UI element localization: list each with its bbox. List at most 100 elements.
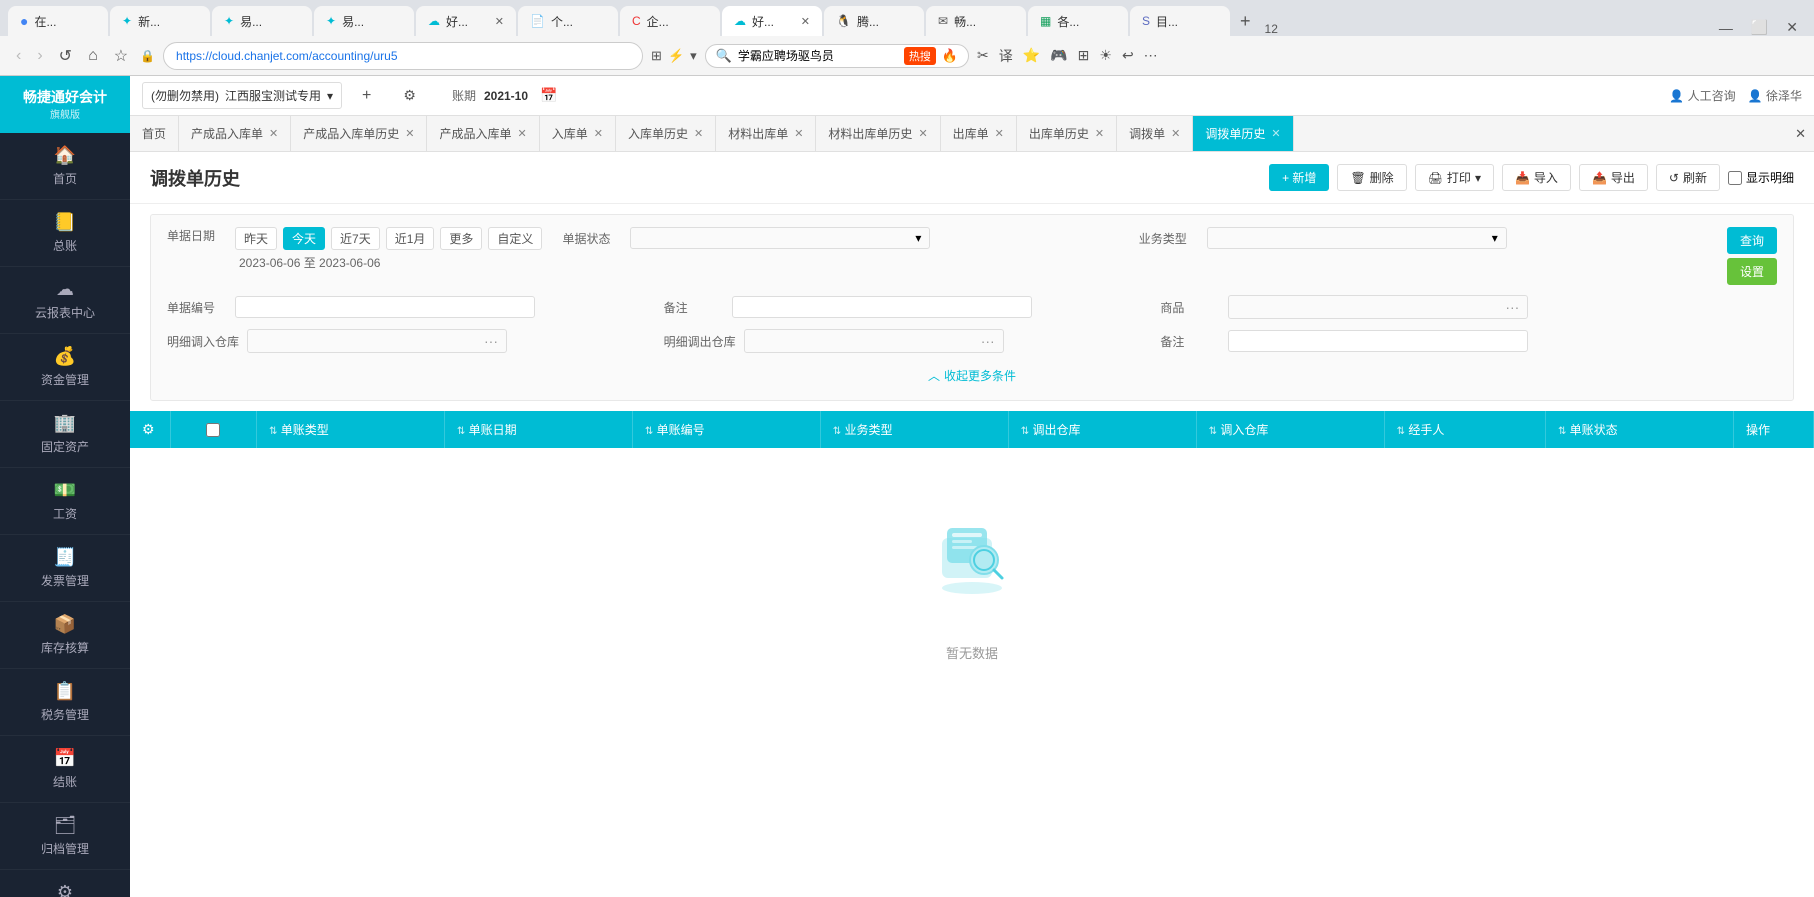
add-company-button[interactable]: + — [350, 83, 383, 109]
page-tab-transfer[interactable]: 调拨单 ✕ — [1117, 116, 1193, 152]
tab-close-8[interactable]: ✕ — [801, 15, 810, 28]
bookmark-button[interactable]: ☆ — [110, 42, 132, 70]
page-tab-close[interactable]: ✕ — [594, 127, 603, 140]
page-tab-stock-in-history[interactable]: 入库单历史 ✕ — [616, 116, 716, 152]
th-order-type[interactable]: ⇅ 单账类型 — [256, 411, 444, 448]
sidebar-item-salary[interactable]: 💵 工资 — [0, 468, 130, 535]
page-tab-close[interactable]: ✕ — [1171, 127, 1180, 140]
show-cols-checkbox[interactable] — [1728, 171, 1742, 185]
browser-tab-3[interactable]: ✦ 易... — [212, 6, 312, 36]
goods-select[interactable]: ··· — [1228, 295, 1528, 319]
business-type-select[interactable]: ▾ — [1207, 227, 1507, 249]
detail-in-select[interactable]: ··· — [247, 329, 507, 353]
minimize-button[interactable]: ― — [1711, 20, 1741, 36]
page-tab-close[interactable]: ✕ — [269, 127, 278, 140]
star-icon[interactable]: ⭐ — [1023, 47, 1040, 64]
translate-icon[interactable]: 译 — [999, 46, 1013, 66]
print-button[interactable]: 🖨 打印 ▾ — [1415, 164, 1494, 191]
new-tab-button[interactable]: + — [1232, 7, 1259, 36]
page-tab-out-history[interactable]: 出库单历史 ✕ — [1017, 116, 1117, 152]
address-input[interactable] — [163, 42, 643, 70]
calendar-icon[interactable]: 📅 — [540, 87, 557, 104]
sidebar-item-invoice[interactable]: 🧾 发票管理 — [0, 535, 130, 602]
th-out-warehouse[interactable]: ⇅ 调出仓库 — [1008, 411, 1196, 448]
browser-tab-11[interactable]: ▦ 各... — [1028, 6, 1128, 36]
sidebar-item-archive[interactable]: 🗂 归档管理 — [0, 803, 130, 870]
query-button[interactable]: 查询 — [1727, 227, 1777, 254]
th-handler[interactable]: ⇅ 经手人 — [1384, 411, 1545, 448]
forward-button[interactable]: › — [33, 43, 46, 69]
page-tab-stock-in[interactable]: 入库单 ✕ — [540, 116, 616, 152]
page-tab-close[interactable]: ✕ — [694, 127, 703, 140]
new-button[interactable]: + 新增 — [1269, 164, 1329, 191]
remark-input[interactable] — [732, 296, 1032, 318]
collapse-button[interactable]: ︿ 收起更多条件 — [167, 363, 1777, 388]
th-order-date[interactable]: ⇅ 单账日期 — [444, 411, 632, 448]
browser-tab-6[interactable]: 📄 个... — [518, 6, 618, 36]
goods-more-dots[interactable]: ··· — [1505, 299, 1519, 315]
date-btn-custom[interactable]: 自定义 — [488, 227, 542, 250]
home-button[interactable]: ⌂ — [84, 43, 102, 69]
page-tab-close[interactable]: ✕ — [918, 127, 927, 140]
browser-tab-2[interactable]: ✦ 新... — [110, 6, 210, 36]
page-tab-transfer-history[interactable]: 调拨单历史 ✕ — [1193, 116, 1293, 152]
delete-button[interactable]: 🗑 删除 — [1337, 164, 1406, 191]
close-window-button[interactable]: ✕ — [1778, 19, 1806, 36]
search-box[interactable]: 🔍 热搜 🔥 — [705, 44, 969, 68]
date-btn-today[interactable]: 今天 — [283, 227, 325, 250]
browser-tab-5[interactable]: ☁ 好... ✕ — [416, 6, 516, 36]
status-select[interactable]: ▾ — [630, 227, 930, 249]
grid-icon[interactable]: ⊞ — [1078, 47, 1090, 64]
sidebar-item-settings[interactable]: ⚙ 基础设置 — [0, 870, 130, 897]
browser-tab-4[interactable]: ✦ 易... — [314, 6, 414, 36]
th-in-warehouse[interactable]: ⇅ 调入仓库 — [1196, 411, 1384, 448]
page-tab-material-out-history[interactable]: 材料出库单历史 ✕ — [816, 116, 940, 152]
date-btn-last1month[interactable]: 近1月 — [386, 227, 435, 250]
browser-tab-12[interactable]: S 目... — [1130, 6, 1230, 36]
detail-out-dots[interactable]: ··· — [981, 333, 995, 349]
page-tab-close[interactable]: ✕ — [794, 127, 803, 140]
sidebar-item-closing[interactable]: 📅 结账 — [0, 736, 130, 803]
refresh-button[interactable]: ↺ 刷新 — [1656, 164, 1720, 191]
th-order-no[interactable]: ⇅ 单账编号 — [632, 411, 820, 448]
page-tab-close[interactable]: ✕ — [1271, 127, 1280, 140]
show-cols-toggle[interactable]: 显示明细 — [1728, 169, 1794, 186]
import-button[interactable]: 📥 导入 — [1502, 164, 1571, 191]
page-tab-product-in[interactable]: 产成品入库单 ✕ — [179, 116, 291, 152]
sidebar-item-tax[interactable]: 📋 税务管理 — [0, 669, 130, 736]
game-icon[interactable]: 🎮 — [1050, 47, 1067, 64]
search-input[interactable] — [738, 49, 898, 63]
maximize-button[interactable]: ⬜ — [1743, 19, 1776, 36]
date-btn-yesterday[interactable]: 昨天 — [235, 227, 277, 250]
sidebar-item-capital[interactable]: 💰 资金管理 — [0, 334, 130, 401]
sidebar-item-report[interactable]: ☁ 云报表中心 — [0, 267, 130, 334]
th-status[interactable]: ⇅ 单账状态 — [1545, 411, 1733, 448]
browser-tab-1[interactable]: ● 在... — [8, 6, 108, 36]
page-tab-material-out[interactable]: 材料出库单 ✕ — [716, 116, 816, 152]
browser-tab-9[interactable]: 🐧 腾... — [824, 6, 924, 36]
page-tab-product-in-history[interactable]: 产成品入库单历史 ✕ — [291, 116, 427, 152]
back-button[interactable]: ‹ — [12, 43, 25, 69]
detail-remark-input[interactable] — [1228, 330, 1528, 352]
detail-in-dots[interactable]: ··· — [484, 333, 498, 349]
page-tab-product-in2[interactable]: 产成品入库单 ✕ — [427, 116, 539, 152]
close-all-tabs-icon[interactable]: ✕ — [1787, 126, 1814, 142]
th-business-type[interactable]: ⇅ 业务类型 — [820, 411, 1008, 448]
brightness-icon[interactable]: ☀ — [1099, 47, 1112, 64]
undo-icon[interactable]: ↩ — [1122, 47, 1134, 64]
date-btn-last7[interactable]: 近7天 — [331, 227, 380, 250]
browser-tab-10[interactable]: ✉ 畅... — [926, 6, 1026, 36]
detail-out-select[interactable]: ··· — [744, 329, 1004, 353]
sidebar-item-home[interactable]: 🏠 首页 — [0, 133, 130, 200]
date-btn-more[interactable]: 更多 — [440, 227, 482, 250]
sidebar-item-fixed[interactable]: 🏢 固定资产 — [0, 401, 130, 468]
page-tab-close[interactable]: ✕ — [995, 127, 1004, 140]
user-menu[interactable]: 👤 徐泽华 — [1748, 87, 1802, 104]
page-tab-out-order[interactable]: 出库单 ✕ — [941, 116, 1017, 152]
page-tab-home[interactable]: 首页 — [130, 116, 179, 152]
help-link[interactable]: 👤 人工咨询 — [1669, 87, 1735, 104]
sidebar-item-ledger[interactable]: 📒 总账 — [0, 200, 130, 267]
sidebar-item-inventory[interactable]: 📦 库存核算 — [0, 602, 130, 669]
browser-tab-8[interactable]: ☁ 好... ✕ — [722, 6, 822, 36]
th-checkbox[interactable] — [170, 411, 256, 448]
